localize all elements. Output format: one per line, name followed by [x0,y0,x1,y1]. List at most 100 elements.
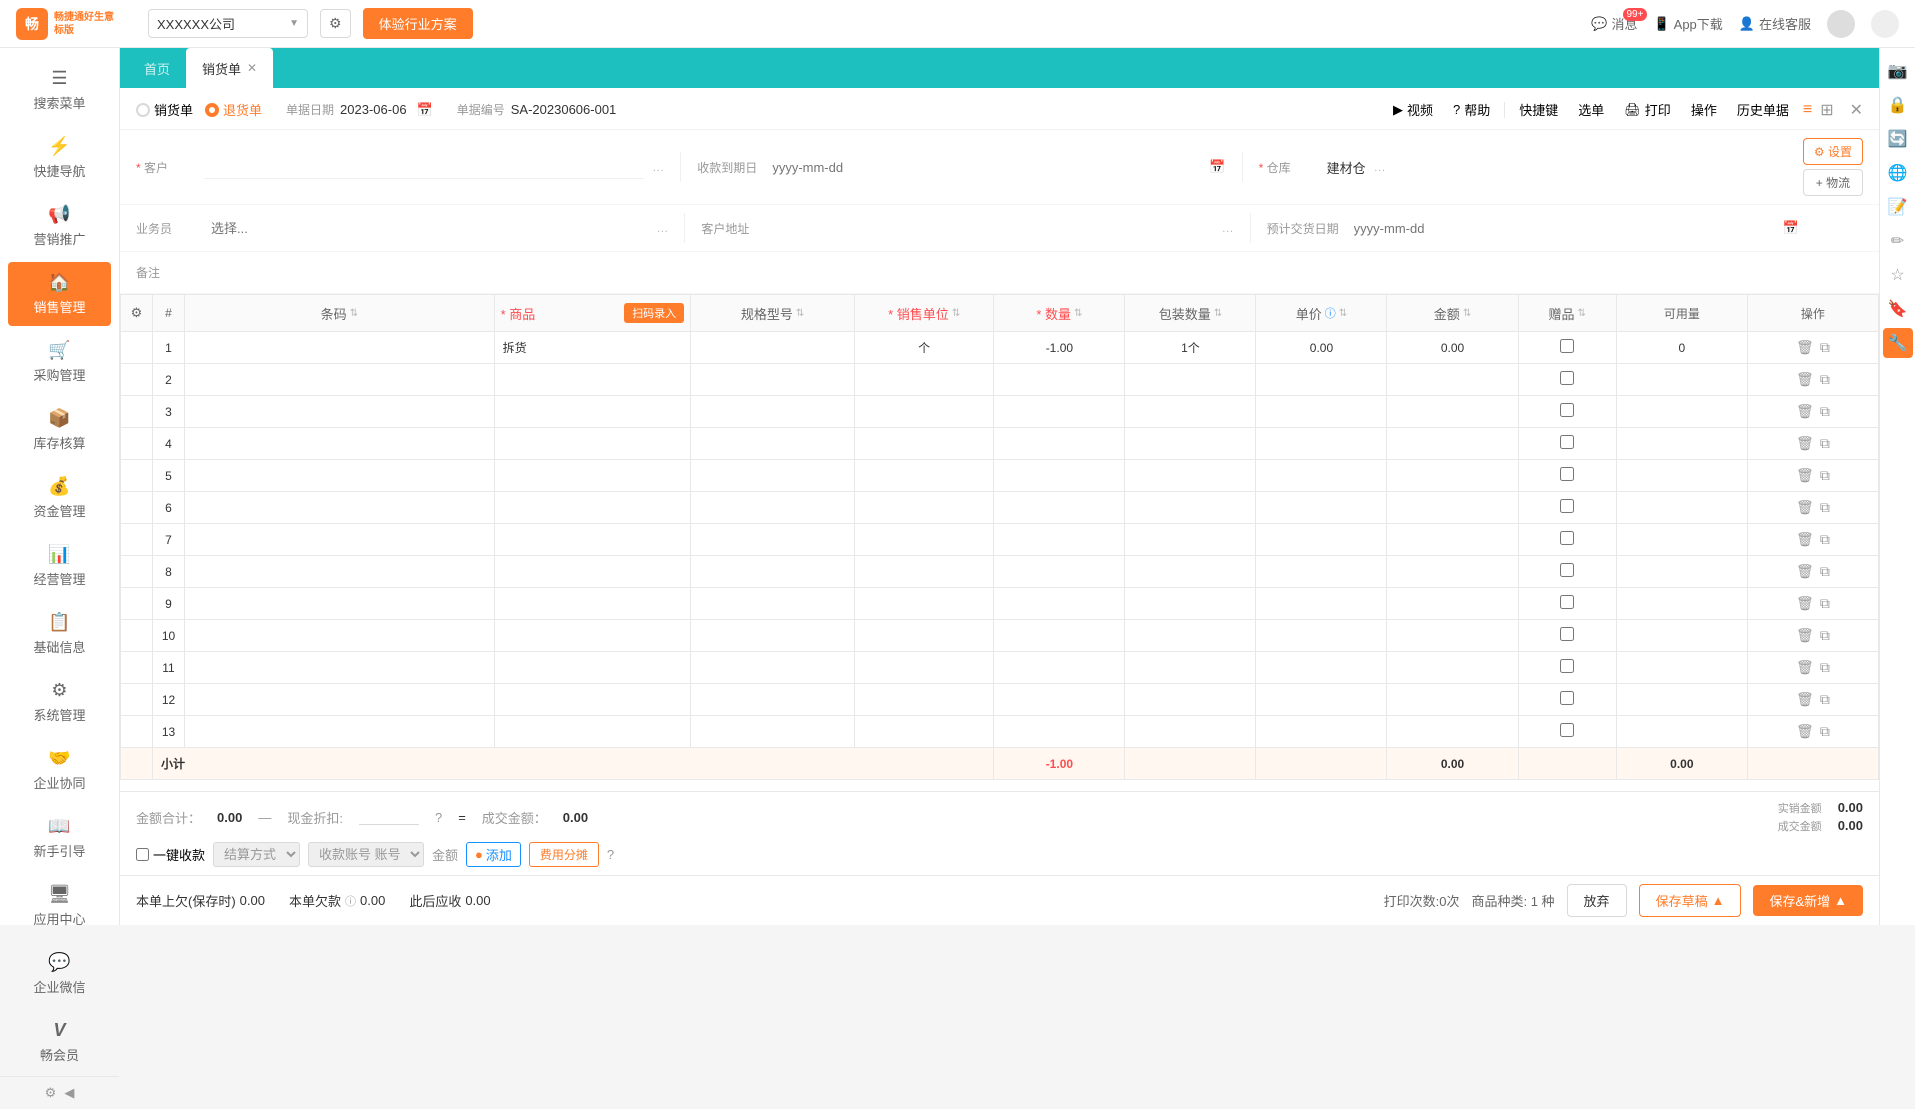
delete-icon-9[interactable]: 🗑 [1796,595,1814,612]
right-tool-camera[interactable]: 📷 [1883,56,1913,86]
delete-icon-11[interactable]: 🗑 [1796,659,1814,676]
cell-product-3[interactable] [494,396,691,428]
right-tool-settings[interactable]: 🔧 [1883,328,1913,358]
sidebar-item-finance[interactable]: 💰 资金管理 [8,466,111,530]
customer-input[interactable] [204,155,644,179]
cell-unit-8[interactable] [855,556,994,588]
cell-unit-3[interactable] [855,396,994,428]
cell-barcode-13[interactable] [185,716,495,748]
cell-gift-4[interactable] [1518,428,1616,460]
copy-icon-12[interactable]: ⧉ [1820,691,1830,708]
cell-price-2[interactable] [1256,364,1387,396]
cell-unit-2[interactable] [855,364,994,396]
customer-addr-dots[interactable]: … [1222,221,1234,235]
one-click-checkbox-input[interactable] [136,848,149,861]
payment-date-cal-icon[interactable]: 📅 [1209,159,1225,175]
sidebar-item-quick-nav[interactable]: ⚡ 快捷导航 [8,126,111,190]
copy-icon-10[interactable]: ⧉ [1820,627,1830,644]
cell-barcode-6[interactable] [185,492,495,524]
cell-spec-11[interactable] [691,652,855,684]
cell-pack-qty-12[interactable] [1125,684,1256,716]
app-download-item[interactable]: 📱 App下载 [1653,14,1722,33]
print-btn[interactable]: 🖨 打印 [1618,98,1677,121]
cell-barcode-2[interactable] [185,364,495,396]
cell-qty-9[interactable] [994,588,1125,620]
payment-date-input[interactable] [765,155,1201,180]
cell-spec-7[interactable] [691,524,855,556]
settings-btn[interactable]: ⚙ 设置 [1803,138,1863,165]
copy-icon-5[interactable]: ⧉ [1820,467,1830,484]
cell-barcode-11[interactable] [185,652,495,684]
cell-unit-6[interactable] [855,492,994,524]
th-price[interactable]: 单价ⓘ⇅ [1256,295,1387,332]
cell-amount-5[interactable] [1387,460,1518,492]
sidebar-item-wecom[interactable]: 💬 企业微信 [8,942,111,1006]
cell-price-4[interactable] [1256,428,1387,460]
cell-qty-10[interactable] [994,620,1125,652]
sidebar-item-guide[interactable]: 📖 新手引导 [8,806,111,870]
sidebar-item-marketing[interactable]: 📢 营销推广 [8,194,111,258]
cell-price-10[interactable] [1256,620,1387,652]
copy-icon-6[interactable]: ⧉ [1820,499,1830,516]
radio-sales-order[interactable]: 销货单 [136,100,193,119]
cell-amount-2[interactable] [1387,364,1518,396]
copy-icon-3[interactable]: ⧉ [1820,403,1830,420]
delete-icon-2[interactable]: 🗑 [1796,371,1814,388]
settings-gear-btn[interactable]: ⚙ [320,9,351,38]
cell-amount-9[interactable] [1387,588,1518,620]
salesperson-dots[interactable]: … [656,221,668,235]
cell-qty-11[interactable] [994,652,1125,684]
trial-button[interactable]: 体验行业方案 [363,8,473,39]
cell-product-10[interactable] [494,620,691,652]
sidebar-item-search[interactable]: ☰ 搜索菜单 [8,58,111,122]
discard-button[interactable]: 放弃 [1567,884,1627,917]
cell-spec-4[interactable] [691,428,855,460]
cell-unit-12[interactable] [855,684,994,716]
cell-qty-12[interactable] [994,684,1125,716]
cell-product-1[interactable]: 拆货 [494,332,691,364]
cell-gift-8[interactable] [1518,556,1616,588]
cell-price-8[interactable] [1256,556,1387,588]
cell-gift-10[interactable] [1518,620,1616,652]
right-tool-edit[interactable]: ✏ [1883,226,1913,256]
cell-product-8[interactable] [494,556,691,588]
cell-spec-5[interactable] [691,460,855,492]
tab-home[interactable]: 首页 [128,48,186,88]
question-icon[interactable]: ? [435,810,442,825]
cell-pack-qty-5[interactable] [1125,460,1256,492]
sidebar-item-system[interactable]: ⚙ 系统管理 [8,670,111,734]
payment-account-select[interactable]: 收款账号 账号 [308,842,424,867]
expense-split-button[interactable]: 费用分摊 [529,842,599,867]
customer-dots[interactable]: … [652,160,664,174]
delete-icon-6[interactable]: 🗑 [1796,499,1814,516]
cell-barcode-1[interactable] [185,332,495,364]
remarks-input[interactable] [196,260,1799,285]
copy-icon-11[interactable]: ⧉ [1820,659,1830,676]
cell-barcode-5[interactable] [185,460,495,492]
grid-view-icon[interactable]: ⊞ [1820,100,1833,120]
sidebar-item-purchase[interactable]: 🛒 采购管理 [8,330,111,394]
cell-product-6[interactable] [494,492,691,524]
th-gift[interactable]: 赠品⇅ [1518,295,1616,332]
cell-amount-10[interactable] [1387,620,1518,652]
expense-help-icon[interactable]: ? [607,847,614,862]
th-unit[interactable]: * 销售单位⇅ [855,295,994,332]
cell-spec-1[interactable] [691,332,855,364]
sidebar-item-enterprise[interactable]: 🤝 企业协同 [8,738,111,802]
delete-icon-7[interactable]: 🗑 [1796,531,1814,548]
cell-barcode-10[interactable] [185,620,495,652]
expected-date-cal-icon[interactable]: 📅 [1783,220,1799,236]
cell-unit-5[interactable] [855,460,994,492]
cell-barcode-4[interactable] [185,428,495,460]
messages-icon-item[interactable]: 💬 消息 99+ [1591,14,1637,33]
copy-icon-2[interactable]: ⧉ [1820,371,1830,388]
cell-gift-7[interactable] [1518,524,1616,556]
video-btn[interactable]: ▶ 视频 [1387,98,1439,121]
cell-spec-3[interactable] [691,396,855,428]
th-pack-qty[interactable]: 包装数量⇅ [1125,295,1256,332]
cell-pack-qty-13[interactable] [1125,716,1256,748]
shortcut-btn[interactable]: 快捷键 [1513,98,1564,121]
th-spec[interactable]: 规格型号⇅ [691,295,855,332]
cell-spec-9[interactable] [691,588,855,620]
salesperson-input[interactable] [204,216,648,241]
